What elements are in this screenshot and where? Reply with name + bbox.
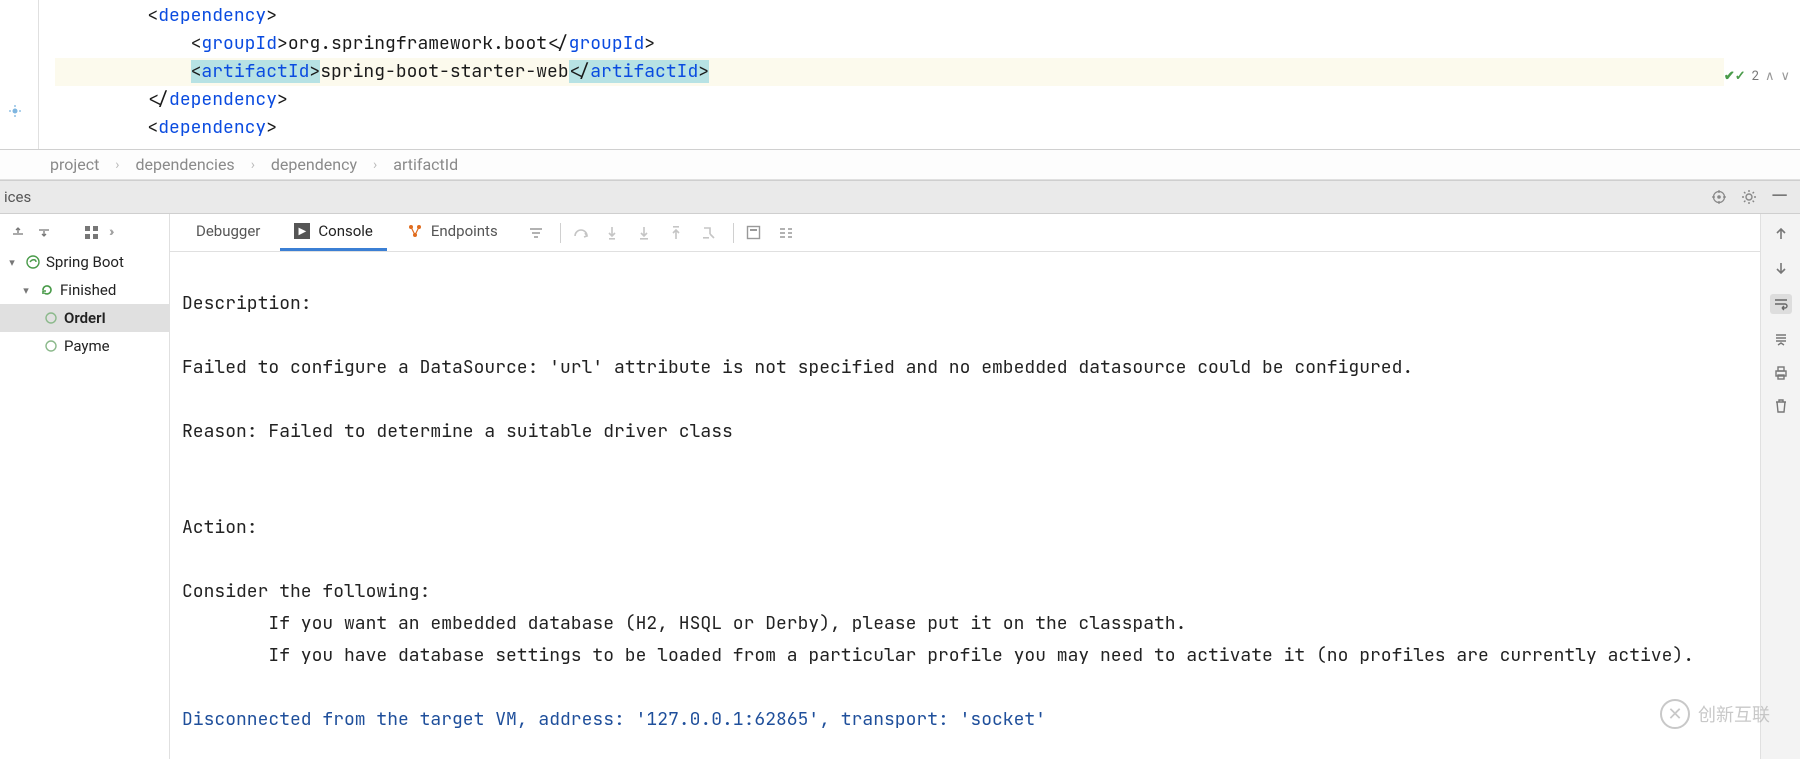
- code-editor[interactable]: <dependency> <groupId>org.springframewor…: [55, 0, 1724, 149]
- endpoints-icon: [407, 223, 423, 239]
- tab-label: Endpoints: [431, 222, 498, 240]
- tab-endpoints[interactable]: Endpoints: [393, 214, 512, 251]
- chevron-right-icon: ›: [115, 157, 119, 173]
- tree-node-finished[interactable]: ▾ Finished: [0, 276, 169, 304]
- tab-label: Console: [318, 222, 373, 240]
- editor-gutter: [0, 0, 55, 149]
- scroll-down-icon[interactable]: [1773, 260, 1789, 276]
- code-line[interactable]: <dependency>: [55, 2, 1724, 30]
- breadcrumb-item[interactable]: dependencies: [136, 155, 235, 174]
- minimize-icon[interactable]: —: [1771, 192, 1788, 202]
- tree-label: Payme: [64, 337, 110, 355]
- console-line: Failed to configure a DataSource: 'url' …: [182, 356, 1413, 379]
- spring-service-icon: [42, 339, 60, 353]
- step-into-icon[interactable]: [605, 225, 625, 241]
- tree-label: Finished: [60, 281, 116, 299]
- debug-main: Debugger ▶ Console Endpoints: [170, 214, 1760, 759]
- console-output[interactable]: Description: Failed to configure a DataS…: [170, 252, 1760, 759]
- tab-debugger[interactable]: Debugger: [182, 214, 274, 251]
- collapse-all-icon[interactable]: [36, 224, 52, 240]
- rerun-icon: [38, 282, 56, 298]
- debug-panel: ›› ▾ Spring Boot ▾ Finished: [0, 214, 1800, 759]
- breadcrumb-item[interactable]: project: [50, 155, 99, 174]
- code-line[interactable]: </dependency>: [55, 86, 1724, 114]
- breadcrumb: project › dependencies › dependency › ar…: [0, 150, 1800, 180]
- evaluate-expression-icon[interactable]: [746, 225, 766, 240]
- trash-icon[interactable]: [1774, 398, 1788, 414]
- editor-pane: <dependency> <groupId>org.springframewor…: [0, 0, 1800, 150]
- breadcrumb-item[interactable]: artifactId: [393, 155, 458, 174]
- code-line[interactable]: <dependency>: [55, 114, 1724, 142]
- console-line: Action:: [182, 516, 258, 539]
- inspection-count: 2: [1752, 69, 1759, 84]
- soft-wrap-icon[interactable]: [1770, 294, 1792, 314]
- trace-current-stream-icon[interactable]: [778, 226, 798, 240]
- console-line: Description:: [182, 292, 312, 315]
- gear-icon[interactable]: [1741, 189, 1757, 205]
- console-line: Reason: Failed to determine a suitable d…: [182, 420, 733, 443]
- console-line: If you have database settings to be load…: [268, 644, 1694, 667]
- tab-label: Debugger: [196, 222, 260, 240]
- step-over-icon[interactable]: [573, 226, 593, 240]
- chevron-right-icon: ›: [251, 157, 255, 173]
- editor-inspections[interactable]: ✔✓ 2 ∧ ∨: [1724, 0, 1800, 149]
- chevron-right-icon: ›: [373, 157, 377, 173]
- target-icon[interactable]: [1711, 189, 1727, 205]
- code-line[interactable]: <groupId>org.springframework.boot</group…: [55, 30, 1724, 58]
- tree-label: Spring Boot: [46, 253, 124, 271]
- console-line: If you want an embedded database (H2, HS…: [268, 612, 1186, 635]
- print-icon[interactable]: [1773, 366, 1789, 380]
- filter-icon[interactable]: [528, 226, 548, 240]
- code-line[interactable]: <artifactId>spring-boot-starter-web</art…: [55, 58, 1724, 86]
- services-tree[interactable]: ▾ Spring Boot ▾ Finished OrderI: [0, 248, 169, 360]
- more-icon[interactable]: ››: [109, 224, 111, 240]
- force-step-into-icon[interactable]: [637, 225, 657, 241]
- console-icon: ▶: [294, 223, 310, 239]
- console-right-gutter: [1760, 214, 1800, 759]
- tab-console[interactable]: ▶ Console: [280, 214, 387, 251]
- run-to-cursor-icon[interactable]: [701, 225, 721, 241]
- tree-node-springboot[interactable]: ▾ Spring Boot: [0, 248, 169, 276]
- scroll-to-end-icon[interactable]: [1773, 332, 1789, 348]
- toolwindow-title: ices: [4, 188, 31, 206]
- expand-all-icon[interactable]: [10, 224, 26, 240]
- chevron-down-icon[interactable]: ▾: [4, 256, 20, 269]
- bean-gutter-icon[interactable]: [6, 102, 24, 120]
- console-line-vm: Disconnected from the target VM, address…: [182, 708, 1046, 731]
- tree-node-service[interactable]: OrderI: [0, 304, 169, 332]
- breadcrumb-item[interactable]: dependency: [271, 155, 357, 174]
- chevron-up-icon[interactable]: ∧: [1765, 69, 1775, 84]
- services-tree-panel: ›› ▾ Spring Boot ▾ Finished: [0, 214, 170, 759]
- spring-service-icon: [42, 311, 60, 325]
- services-toolbar: ››: [0, 216, 169, 248]
- spring-icon: [24, 254, 42, 270]
- step-out-icon[interactable]: [669, 225, 689, 241]
- services-toolwindow-header: ices —: [0, 180, 1800, 214]
- chevron-down-icon[interactable]: ▾: [18, 284, 34, 297]
- grid-icon[interactable]: [84, 225, 99, 240]
- inspection-ok-icon: ✔✓: [1724, 69, 1746, 84]
- debug-tabs: Debugger ▶ Console Endpoints: [170, 214, 1760, 252]
- tree-label: OrderI: [64, 309, 106, 327]
- scroll-up-icon[interactable]: [1773, 226, 1789, 242]
- tree-node-service[interactable]: Payme: [0, 332, 169, 360]
- chevron-down-icon[interactable]: ∨: [1780, 69, 1790, 84]
- console-toolbar: [528, 223, 798, 243]
- console-line: Consider the following:: [182, 580, 430, 603]
